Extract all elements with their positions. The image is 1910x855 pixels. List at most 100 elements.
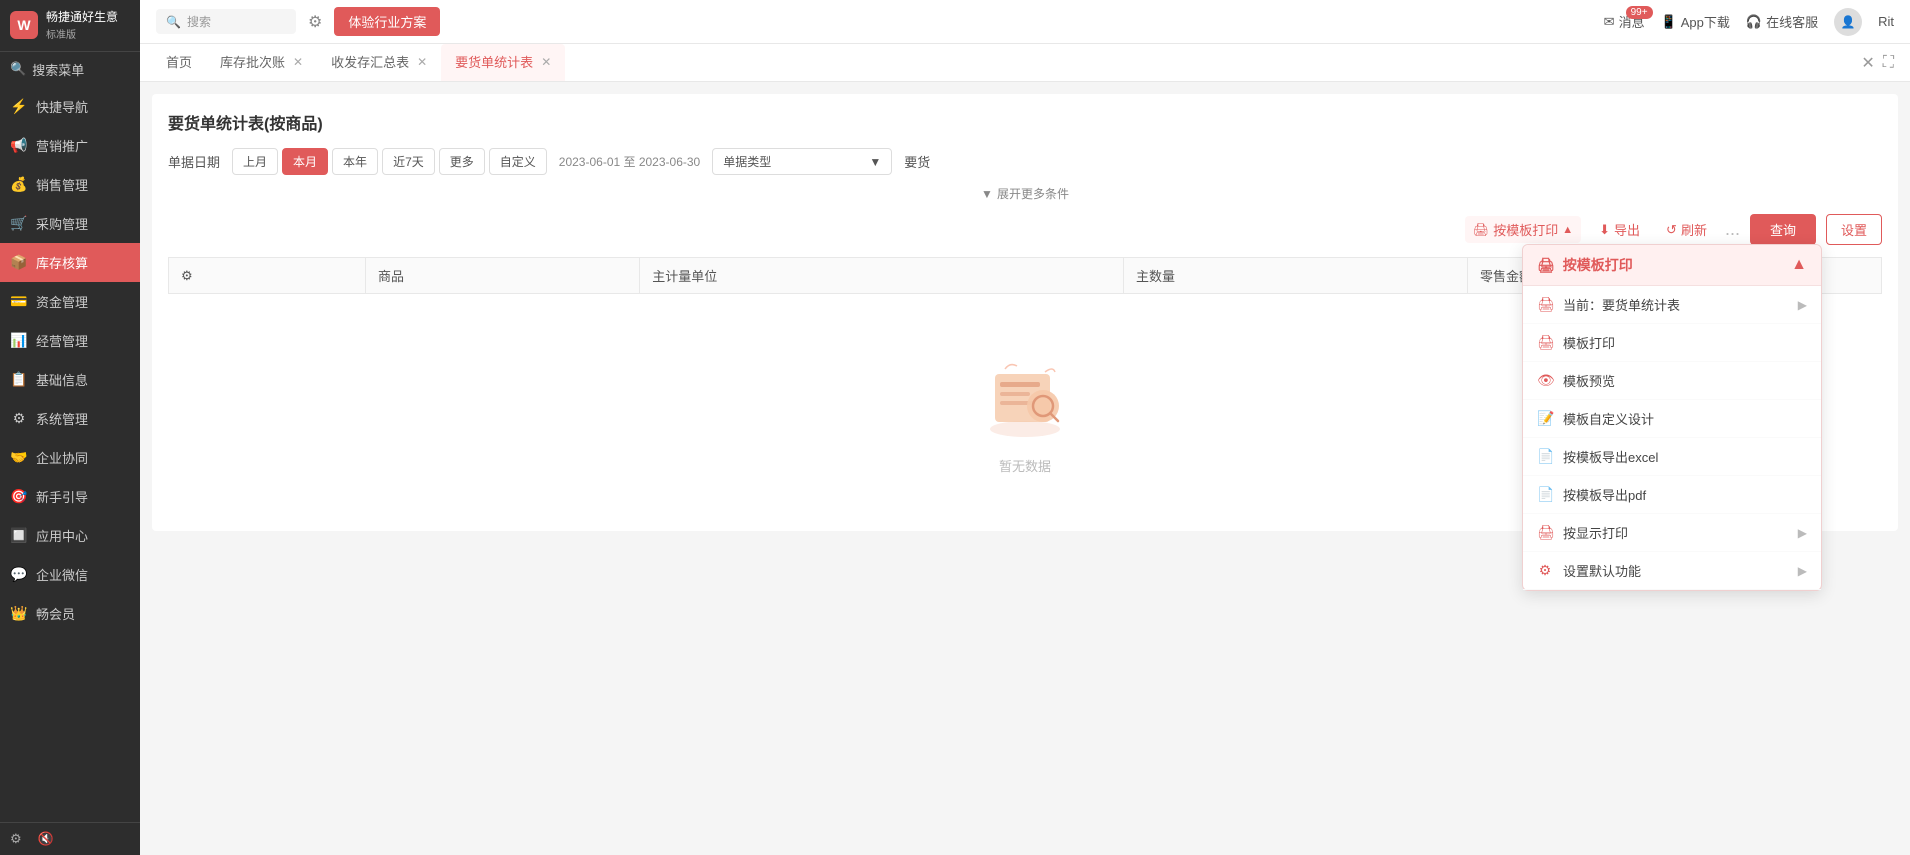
user-avatar: 👤	[1834, 8, 1862, 36]
col-header-quantity: 主数量	[1123, 258, 1467, 294]
print-arrow-icon: ▲	[1562, 224, 1573, 236]
expand-more-btn[interactable]: ▼ 展开更多条件	[981, 185, 1069, 202]
refresh-btn[interactable]: ↺ 刷新	[1658, 216, 1715, 243]
dropdown-item-template-preview[interactable]: 👁 模板预览	[1523, 362, 1821, 400]
date-btn-custom[interactable]: 自定义	[489, 148, 547, 175]
sidebar-icon-quick-nav: ⚡	[10, 98, 28, 115]
tab-batch-account[interactable]: 库存批次账✕	[206, 44, 317, 81]
tab-order-stats[interactable]: 要货单统计表 ✕	[441, 44, 565, 81]
app-logo-icon: W	[10, 11, 38, 39]
dropdown-item-set-default[interactable]: ⚙ 设置默认功能 ▶	[1523, 552, 1821, 590]
sidebar-icon-collab: 🤝	[10, 449, 28, 466]
tab-close-order-stats[interactable]: ✕	[541, 55, 551, 69]
tab-bar: 首页库存批次账✕收发存汇总表✕ 要货单统计表 ✕ ✕ ⛶	[140, 44, 1910, 82]
dropdown-item-arrow-current: ▶	[1798, 298, 1807, 312]
export-icon: ⬇	[1599, 222, 1610, 238]
dropdown-item-icon-template-preview: 👁	[1537, 372, 1553, 389]
username: Rit	[1878, 14, 1894, 29]
header-gear-icon[interactable]: ⚙	[308, 12, 322, 32]
dropdown-item-icon-set-default: ⚙	[1537, 562, 1553, 579]
dropdown-item-template-design[interactable]: 📝 模板自定义设计	[1523, 400, 1821, 438]
sidebar-item-basic[interactable]: 📋 基础信息	[0, 360, 140, 399]
refresh-icon: ↺	[1666, 222, 1677, 238]
sidebar-label-operation: 经营管理	[36, 331, 88, 350]
empty-icon	[975, 354, 1075, 444]
tab-label-order-stats: 要货单统计表	[455, 52, 533, 71]
dropdown-item-label-display-print: 按显示打印	[1563, 523, 1628, 542]
header-search-box[interactable]: 🔍 搜索	[156, 9, 296, 34]
tab-receipt-summary[interactable]: 收发存汇总表✕	[317, 44, 441, 81]
sidebar-item-quick-nav[interactable]: ⚡ 快捷导航	[0, 87, 140, 126]
trial-btn[interactable]: 体验行业方案	[334, 7, 440, 36]
settings-btn[interactable]: 设置	[1826, 214, 1882, 245]
dropdown-item-label-template-print: 模板打印	[1563, 333, 1615, 352]
type-filter-select[interactable]: 单据类型 ▼	[712, 148, 892, 175]
sidebar-item-guide[interactable]: 🎯 新手引导	[0, 477, 140, 516]
dropdown-item-template-print[interactable]: 🖨 模板打印	[1523, 324, 1821, 362]
sidebar-item-finance[interactable]: 💳 资金管理	[0, 282, 140, 321]
tab-home[interactable]: 首页	[152, 44, 206, 81]
tab-close-receipt-summary[interactable]: ✕	[417, 55, 427, 69]
dropdown-print-icon: 🖨	[1537, 257, 1555, 274]
export-btn[interactable]: ⬇ 导出	[1591, 216, 1648, 243]
dropdown-item-left-set-default: ⚙ 设置默认功能	[1537, 561, 1641, 580]
dropdown-close-btn[interactable]: ▲	[1791, 256, 1807, 274]
dropdown-item-label-export-pdf: 按模板导出pdf	[1563, 485, 1646, 504]
settings-bottom-icon[interactable]: ⚙	[10, 831, 22, 847]
dropdown-item-label-current: 当前：要货单统计表	[1563, 295, 1680, 314]
app-name: 畅捷通好生意	[46, 10, 118, 26]
query-btn[interactable]: 查询	[1750, 214, 1816, 245]
export-label: 导出	[1614, 220, 1640, 239]
sidebar-item-inventory[interactable]: 📦 库存核算	[0, 243, 140, 282]
col-header-settings[interactable]: ⚙	[169, 258, 366, 294]
sidebar-item-operation[interactable]: 📊 经营管理	[0, 321, 140, 360]
sidebar-icon-guide: 🎯	[10, 488, 28, 505]
empty-text: 暂无数据	[999, 456, 1051, 475]
sidebar-icon-marketing: 📢	[10, 137, 28, 154]
tab-close-all-btn[interactable]: ✕	[1857, 49, 1878, 77]
sidebar-item-system[interactable]: ⚙ 系统管理	[0, 399, 140, 438]
tab-close-batch-account[interactable]: ✕	[293, 55, 303, 69]
print-label: 按模板打印	[1493, 220, 1558, 239]
sidebar-item-sales[interactable]: 💰 销售管理	[0, 165, 140, 204]
header-search-placeholder: 搜索	[187, 13, 211, 30]
search-icon: 🔍	[10, 61, 26, 77]
dropdown-item-display-print[interactable]: 🖨 按显示打印 ▶	[1523, 514, 1821, 552]
sidebar-item-member[interactable]: 👑 畅会员	[0, 594, 140, 633]
page-content: 要货单统计表(按商品) 单据日期 上月本月本年近7天更多自定义 2023-06-…	[140, 82, 1910, 855]
more-options-btn[interactable]: ...	[1725, 219, 1740, 240]
date-btn-last7days[interactable]: 近7天	[382, 148, 435, 175]
sidebar-item-marketing[interactable]: 📢 营销推广	[0, 126, 140, 165]
sidebar-search[interactable]: 🔍 搜索菜单	[0, 52, 140, 87]
type-filter-label: 单据类型	[723, 153, 771, 170]
dropdown-item-export-excel[interactable]: 📄 按模板导出excel	[1523, 438, 1821, 476]
dropdown-item-export-pdf[interactable]: 📄 按模板导出pdf	[1523, 476, 1821, 514]
date-btn-current-year[interactable]: 本年	[332, 148, 378, 175]
sidebar-icon-inventory: 📦	[10, 254, 28, 271]
date-btn-current-month[interactable]: 本月	[282, 148, 328, 175]
header-app-download[interactable]: 📱 App下载	[1661, 12, 1730, 31]
sidebar-label-basic: 基础信息	[36, 370, 88, 389]
tab-expand-btn[interactable]: ⛶	[1879, 50, 1898, 76]
dropdown-item-left-current: 🖨 当前：要货单统计表	[1537, 295, 1680, 314]
header-customer-service[interactable]: 🎧 在线客服	[1746, 12, 1818, 31]
print-template-btn[interactable]: 🖨 按模板打印 ▲	[1465, 216, 1581, 243]
sidebar-item-apps[interactable]: 🔲 应用中心	[0, 516, 140, 555]
sidebar-item-wecom[interactable]: 💬 企业微信	[0, 555, 140, 594]
dropdown-item-icon-export-excel: 📄	[1537, 448, 1553, 465]
sidebar-item-collab[interactable]: 🤝 企业协同	[0, 438, 140, 477]
date-btn-prev-month[interactable]: 上月	[232, 148, 278, 175]
date-filter-label: 单据日期	[168, 152, 220, 171]
sidebar-icon-apps: 🔲	[10, 527, 28, 544]
sidebar-item-purchase[interactable]: 🛒 采购管理	[0, 204, 140, 243]
header-right: ✉ 消息 99+ 📱 App下载 🎧 在线客服 👤 Rit	[1604, 8, 1894, 36]
sidebar-icon-purchase: 🛒	[10, 215, 28, 232]
mute-icon[interactable]: 🔇	[38, 831, 54, 847]
date-btn-more[interactable]: 更多	[439, 148, 485, 175]
page-title: 要货单统计表(按商品)	[168, 110, 1882, 134]
header-messages[interactable]: ✉ 消息 99+	[1604, 12, 1645, 31]
sidebar-label-purchase: 采购管理	[36, 214, 88, 233]
sidebar-label-inventory: 库存核算	[36, 253, 88, 272]
dropdown-item-current[interactable]: 🖨 当前：要货单统计表 ▶	[1523, 286, 1821, 324]
dropdown-item-icon-template-print: 🖨	[1537, 334, 1553, 351]
